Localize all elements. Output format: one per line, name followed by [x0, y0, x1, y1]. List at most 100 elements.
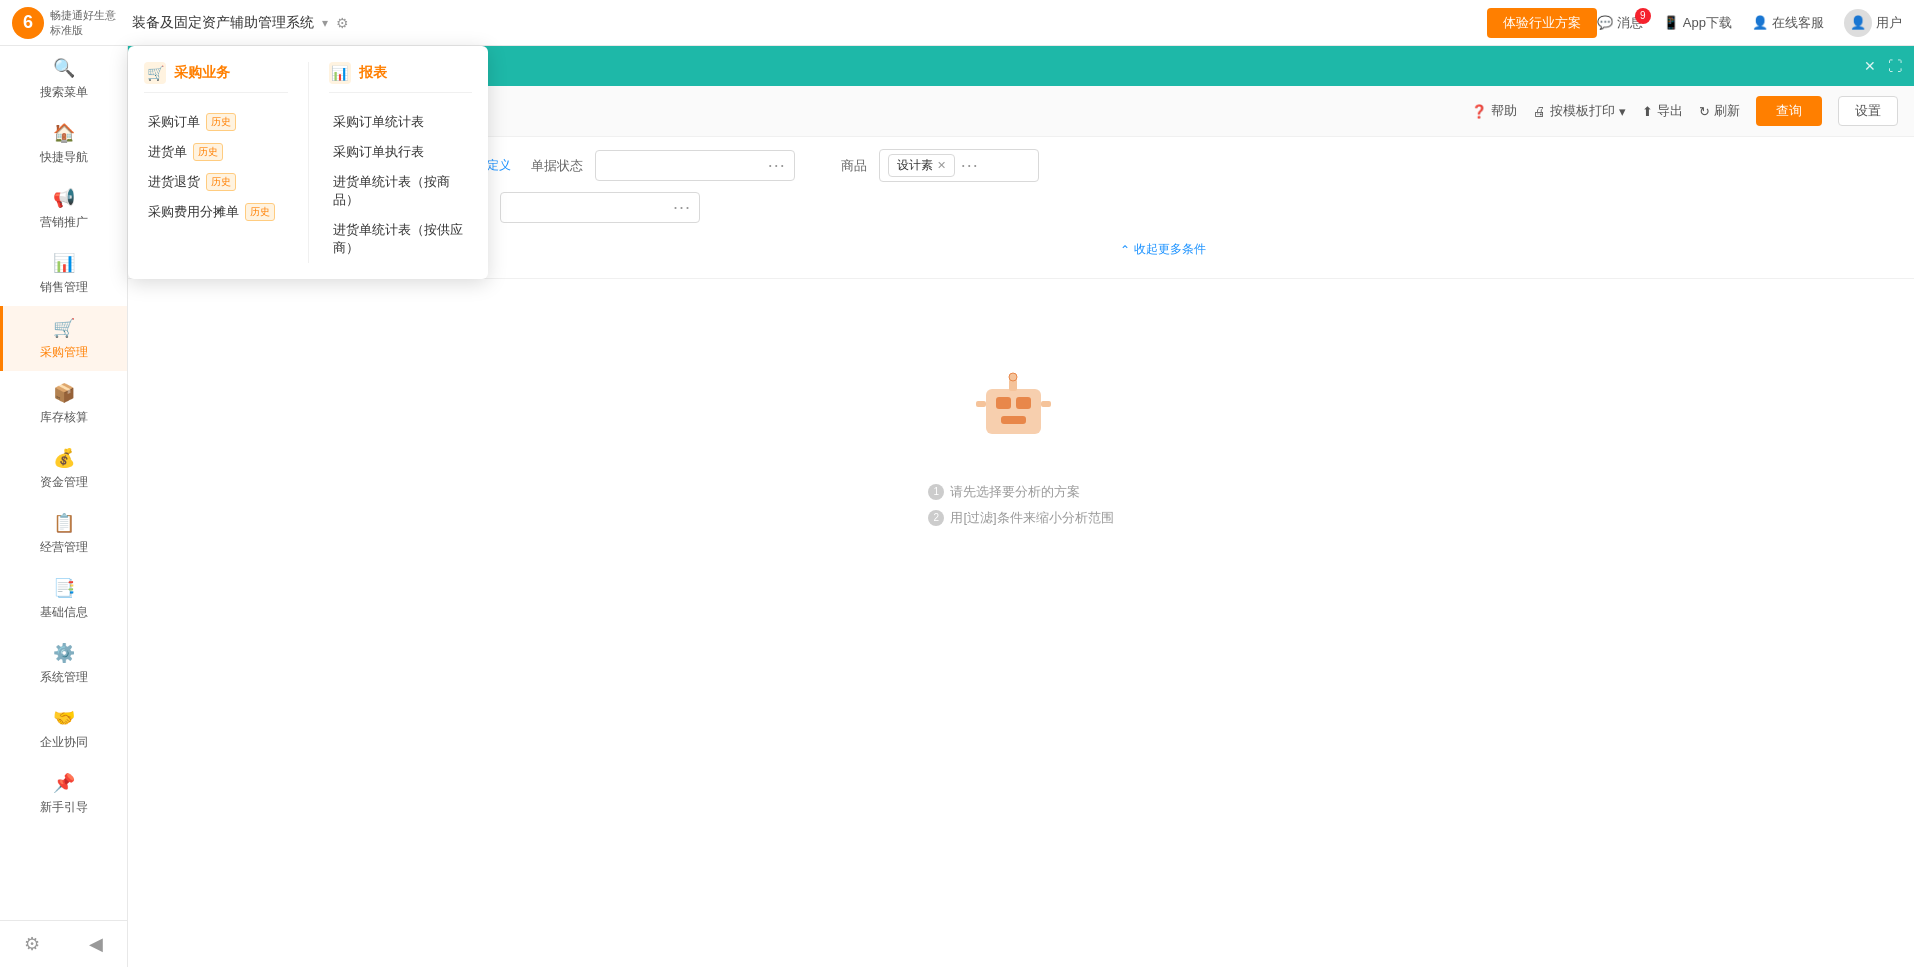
- menu-item-goods-receipt[interactable]: 进货单 历史: [144, 137, 288, 167]
- purchase-col-icon: 🛒: [144, 62, 166, 84]
- menu-item-receipt-stats-by-supplier[interactable]: 进货单统计表（按供应商）: [329, 215, 473, 263]
- sidebar-label-enterprise: 企业协同: [40, 734, 88, 751]
- sidebar-bottom: ⚙ ◀: [0, 920, 127, 967]
- logo: 6 畅捷通好生意 标准版: [12, 7, 132, 39]
- sidebar-item-basic-info[interactable]: 📑 基础信息: [0, 566, 127, 631]
- sidebar: 🔍 搜索菜单 🏠 快捷导航 📢 营销推广 📊 销售管理 🛒 采购管理 📦 库存核…: [0, 46, 128, 967]
- bottom-settings-icon[interactable]: ⚙: [24, 933, 40, 955]
- industry-solution-button[interactable]: 体验行业方案: [1487, 8, 1597, 38]
- finance-icon: 💰: [52, 446, 76, 470]
- purchase-col-title: 🛒 采购业务: [144, 62, 288, 93]
- newbie-icon: 📌: [52, 771, 76, 795]
- status-dots[interactable]: ···: [768, 155, 786, 176]
- tab-expand-icon[interactable]: ⛶: [1888, 58, 1902, 74]
- user-menu-button[interactable]: 👤 用户: [1844, 9, 1902, 37]
- sidebar-item-newbie[interactable]: 📌 新手引导: [0, 761, 127, 826]
- sidebar-label-basic-info: 基础信息: [40, 604, 88, 621]
- sidebar-item-enterprise[interactable]: 🤝 企业协同: [0, 696, 127, 761]
- sidebar-item-quick-nav[interactable]: 🏠 快捷导航: [0, 111, 127, 176]
- export-icon: ⬆: [1642, 104, 1653, 119]
- sidebar-label-inventory: 库存核算: [40, 409, 88, 426]
- report-col-icon: 📊: [329, 62, 351, 84]
- svg-rect-0: [986, 389, 1041, 434]
- sidebar-item-inventory[interactable]: 📦 库存核算: [0, 371, 127, 436]
- print-button[interactable]: 🖨 按模板打印 ▾: [1533, 102, 1626, 120]
- basic-info-icon: 📑: [52, 576, 76, 600]
- collapse-button[interactable]: ⌃ 收起更多条件: [1120, 241, 1206, 258]
- svg-rect-3: [1001, 416, 1026, 424]
- logo-text: 畅捷通好生意 标准版: [50, 8, 116, 37]
- sidebar-item-purchase[interactable]: 🛒 采购管理: [0, 306, 127, 371]
- logo-icon: 6: [12, 7, 44, 39]
- empty-text: 1 请先选择要分析的方案 2 用[过滤]条件来缩小分析范围: [928, 479, 1113, 531]
- purchase-dropdown-menu: 🛒 采购业务 采购订单 历史 进货单 历史 进货退货 历史 采购费用分摊单 历史…: [128, 46, 488, 279]
- salesman-dots[interactable]: ···: [673, 197, 691, 218]
- enterprise-icon: 🤝: [52, 706, 76, 730]
- system-settings-icon[interactable]: ⚙: [336, 15, 349, 31]
- topbar-right: 💬 消息 9 📱 App下载 👤 在线客服 👤 用户: [1597, 9, 1902, 37]
- status-select[interactable]: ···: [595, 150, 795, 181]
- service-icon: 👤: [1752, 15, 1768, 30]
- menu-item-purchase-order-stats[interactable]: 采购订单统计表: [329, 107, 473, 137]
- sidebar-item-operations[interactable]: 📋 经营管理: [0, 501, 127, 566]
- active-indicator: [0, 306, 3, 371]
- menu-item-purchase-order[interactable]: 采购订单 历史: [144, 107, 288, 137]
- message-badge: 9: [1635, 8, 1651, 24]
- sidebar-label-sales: 销售管理: [40, 279, 88, 296]
- svg-rect-7: [976, 401, 986, 407]
- online-service-button[interactable]: 👤 在线客服: [1752, 14, 1824, 32]
- salesman-selector[interactable]: ···: [500, 192, 700, 223]
- sidebar-item-sales[interactable]: 📊 销售管理: [0, 241, 127, 306]
- print-icon: 🖨: [1533, 104, 1546, 119]
- sidebar-collapse-icon[interactable]: ◀: [89, 933, 103, 955]
- export-button[interactable]: ⬆ 导出: [1642, 102, 1683, 120]
- menu-item-receipt-stats-by-goods[interactable]: 进货单统计表（按商品）: [329, 167, 473, 215]
- empty-illustration: [971, 359, 1071, 459]
- system-title: 装备及固定资产辅助管理系统 ▾ ⚙: [132, 14, 1487, 32]
- menu-item-goods-return[interactable]: 进货退货 历史: [144, 167, 288, 197]
- sidebar-item-finance[interactable]: 💰 资金管理: [0, 436, 127, 501]
- sidebar-label-search: 搜索菜单: [40, 84, 88, 101]
- sidebar-item-search[interactable]: 🔍 搜索菜单: [0, 46, 127, 111]
- setting-button[interactable]: 设置: [1838, 96, 1898, 126]
- query-button[interactable]: 查询: [1756, 96, 1822, 126]
- goods-dots[interactable]: ···: [961, 155, 979, 176]
- sidebar-label-quick-nav: 快捷导航: [40, 149, 88, 166]
- help-icon: ❓: [1471, 104, 1487, 119]
- refresh-icon: ↻: [1699, 104, 1710, 119]
- menu-item-purchase-expense[interactable]: 采购费用分摊单 历史: [144, 197, 288, 227]
- goods-label: 商品: [807, 157, 867, 175]
- purchase-menu-col: 🛒 采购业务 采购订单 历史 进货单 历史 进货退货 历史 采购费用分摊单 历史: [144, 62, 288, 263]
- title-dropdown-arrow[interactable]: ▾: [322, 16, 328, 30]
- help-button[interactable]: ❓ 帮助: [1471, 102, 1517, 120]
- goods-selector[interactable]: 设计素 ✕ ···: [879, 149, 1039, 182]
- operations-icon: 📋: [52, 511, 76, 535]
- report-col-title: 📊 报表: [329, 62, 473, 93]
- report-menu-col: 📊 报表 采购订单统计表 采购订单执行表 进货单统计表（按商品） 进货单统计表（…: [329, 62, 473, 263]
- goods-receipt-badge: 历史: [193, 143, 223, 161]
- message-icon: 💬: [1597, 15, 1613, 30]
- sidebar-item-system[interactable]: ⚙️ 系统管理: [0, 631, 127, 696]
- system-icon: ⚙️: [52, 641, 76, 665]
- menu-item-purchase-order-exec[interactable]: 采购订单执行表: [329, 137, 473, 167]
- sidebar-label-operations: 经营管理: [40, 539, 88, 556]
- user-avatar: 👤: [1844, 9, 1872, 37]
- svg-rect-6: [1041, 401, 1051, 407]
- messages-button[interactable]: 💬 消息 9: [1597, 14, 1643, 32]
- search-icon: 🔍: [52, 56, 76, 80]
- tabbar-right-controls: ✕ ⛶: [1864, 58, 1914, 74]
- app-download-button[interactable]: 📱 App下载: [1663, 14, 1732, 32]
- goods-chip-remove[interactable]: ✕: [937, 159, 946, 172]
- svg-rect-1: [996, 397, 1011, 409]
- sidebar-item-marketing[interactable]: 📢 营销推广: [0, 176, 127, 241]
- print-dropdown-icon[interactable]: ▾: [1619, 104, 1626, 119]
- svg-rect-2: [1016, 397, 1031, 409]
- sidebar-label-finance: 资金管理: [40, 474, 88, 491]
- collapse-up-icon: ⌃: [1120, 243, 1130, 257]
- refresh-button[interactable]: ↻ 刷新: [1699, 102, 1740, 120]
- topbar: 6 畅捷通好生意 标准版 装备及固定资产辅助管理系统 ▾ ⚙ 体验行业方案 💬 …: [0, 0, 1914, 46]
- home-icon: 🏠: [52, 121, 76, 145]
- tab-close-all-icon[interactable]: ✕: [1864, 58, 1876, 74]
- sales-icon: 📊: [52, 251, 76, 275]
- goods-return-badge: 历史: [206, 173, 236, 191]
